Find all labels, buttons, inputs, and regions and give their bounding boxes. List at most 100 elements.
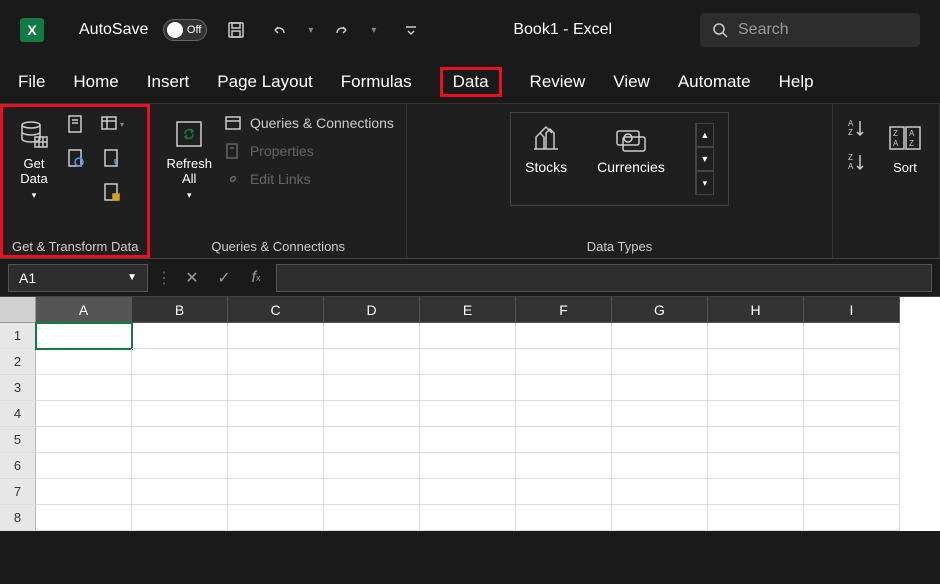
cell[interactable] <box>36 427 132 453</box>
refresh-all-button[interactable]: Refresh All ▾ <box>162 112 216 205</box>
cell[interactable] <box>420 427 516 453</box>
cell[interactable] <box>228 323 324 349</box>
tab-home[interactable]: Home <box>73 68 118 96</box>
cell[interactable] <box>36 323 132 349</box>
cell[interactable] <box>324 427 420 453</box>
cell[interactable] <box>516 349 612 375</box>
cell[interactable] <box>516 375 612 401</box>
get-data-button[interactable]: Get Data ▾ <box>12 112 56 205</box>
cell[interactable] <box>420 505 516 531</box>
cell[interactable] <box>516 401 612 427</box>
cell[interactable] <box>516 427 612 453</box>
save-icon[interactable] <box>222 16 250 44</box>
cell[interactable] <box>708 479 804 505</box>
tab-automate[interactable]: Automate <box>678 68 751 96</box>
cell[interactable] <box>420 401 516 427</box>
stocks-button[interactable]: Stocks <box>525 123 567 195</box>
cell[interactable] <box>228 453 324 479</box>
col-header[interactable]: I <box>804 297 900 323</box>
cell[interactable] <box>612 349 708 375</box>
datatypes-expand[interactable]: ▾ <box>696 171 714 195</box>
cell[interactable] <box>36 505 132 531</box>
cell[interactable] <box>804 375 900 401</box>
cell[interactable] <box>324 453 420 479</box>
cell[interactable] <box>228 427 324 453</box>
cell[interactable] <box>804 453 900 479</box>
cell[interactable] <box>324 505 420 531</box>
cell[interactable] <box>36 479 132 505</box>
from-web-icon[interactable] <box>64 146 88 170</box>
cell[interactable] <box>516 479 612 505</box>
recent-sources-icon[interactable] <box>100 146 124 170</box>
col-header[interactable]: B <box>132 297 228 323</box>
cell[interactable] <box>132 349 228 375</box>
cell[interactable] <box>132 401 228 427</box>
tab-formulas[interactable]: Formulas <box>341 68 412 96</box>
sort-asc-button[interactable]: AZ <box>845 116 869 140</box>
cell[interactable] <box>612 323 708 349</box>
cell[interactable] <box>36 349 132 375</box>
edit-links-button[interactable]: Edit Links <box>224 170 394 188</box>
cell[interactable] <box>804 479 900 505</box>
existing-connections-icon[interactable] <box>100 180 124 204</box>
tab-view[interactable]: View <box>613 68 650 96</box>
tab-page-layout[interactable]: Page Layout <box>217 68 312 96</box>
cell[interactable] <box>804 323 900 349</box>
cell[interactable] <box>420 349 516 375</box>
datatypes-scroll-up[interactable]: ▲ <box>696 123 714 147</box>
cell[interactable] <box>324 323 420 349</box>
row-header[interactable]: 7 <box>0 479 36 505</box>
tab-help[interactable]: Help <box>779 68 814 96</box>
cell[interactable] <box>36 375 132 401</box>
tab-insert[interactable]: Insert <box>147 68 190 96</box>
cell[interactable] <box>708 323 804 349</box>
tab-data[interactable]: Data <box>440 67 502 97</box>
datatypes-scroll-down[interactable]: ▼ <box>696 147 714 171</box>
cell[interactable] <box>804 401 900 427</box>
cell[interactable] <box>36 453 132 479</box>
cell[interactable] <box>708 427 804 453</box>
cell[interactable] <box>324 349 420 375</box>
cell[interactable] <box>324 401 420 427</box>
search-input[interactable]: Search <box>700 13 920 47</box>
cell[interactable] <box>132 323 228 349</box>
cell[interactable] <box>228 375 324 401</box>
col-header[interactable]: A <box>36 297 132 323</box>
cancel-formula-button[interactable]: ✕ <box>180 266 204 290</box>
cell[interactable] <box>516 323 612 349</box>
customize-qat-icon[interactable] <box>397 16 425 44</box>
cell[interactable] <box>612 505 708 531</box>
select-all-corner[interactable] <box>0 297 36 323</box>
undo-icon[interactable] <box>265 16 293 44</box>
cell[interactable] <box>36 401 132 427</box>
cell[interactable] <box>420 479 516 505</box>
name-box[interactable]: A1 ▼ <box>8 264 148 292</box>
sort-button[interactable]: ZAAZ Sort <box>883 116 927 179</box>
cell[interactable] <box>132 479 228 505</box>
row-header[interactable]: 3 <box>0 375 36 401</box>
tab-file[interactable]: File <box>18 68 45 96</box>
cell[interactable] <box>804 427 900 453</box>
cell[interactable] <box>132 453 228 479</box>
row-header[interactable]: 6 <box>0 453 36 479</box>
cell[interactable] <box>324 375 420 401</box>
tab-review[interactable]: Review <box>530 68 586 96</box>
formula-input[interactable] <box>276 264 932 292</box>
queries-connections-button[interactable]: Queries & Connections <box>224 114 394 132</box>
autosave-toggle[interactable]: Off <box>163 19 207 41</box>
redo-icon[interactable] <box>328 16 356 44</box>
cell[interactable] <box>324 479 420 505</box>
properties-button[interactable]: Properties <box>224 142 394 160</box>
cell[interactable] <box>228 349 324 375</box>
cell[interactable] <box>516 453 612 479</box>
row-header[interactable]: 2 <box>0 349 36 375</box>
row-header[interactable]: 8 <box>0 505 36 531</box>
cell[interactable] <box>612 453 708 479</box>
col-header[interactable]: H <box>708 297 804 323</box>
cell[interactable] <box>420 453 516 479</box>
cell[interactable] <box>228 505 324 531</box>
cell[interactable] <box>132 427 228 453</box>
cell[interactable] <box>228 401 324 427</box>
col-header[interactable]: C <box>228 297 324 323</box>
cell[interactable] <box>612 375 708 401</box>
